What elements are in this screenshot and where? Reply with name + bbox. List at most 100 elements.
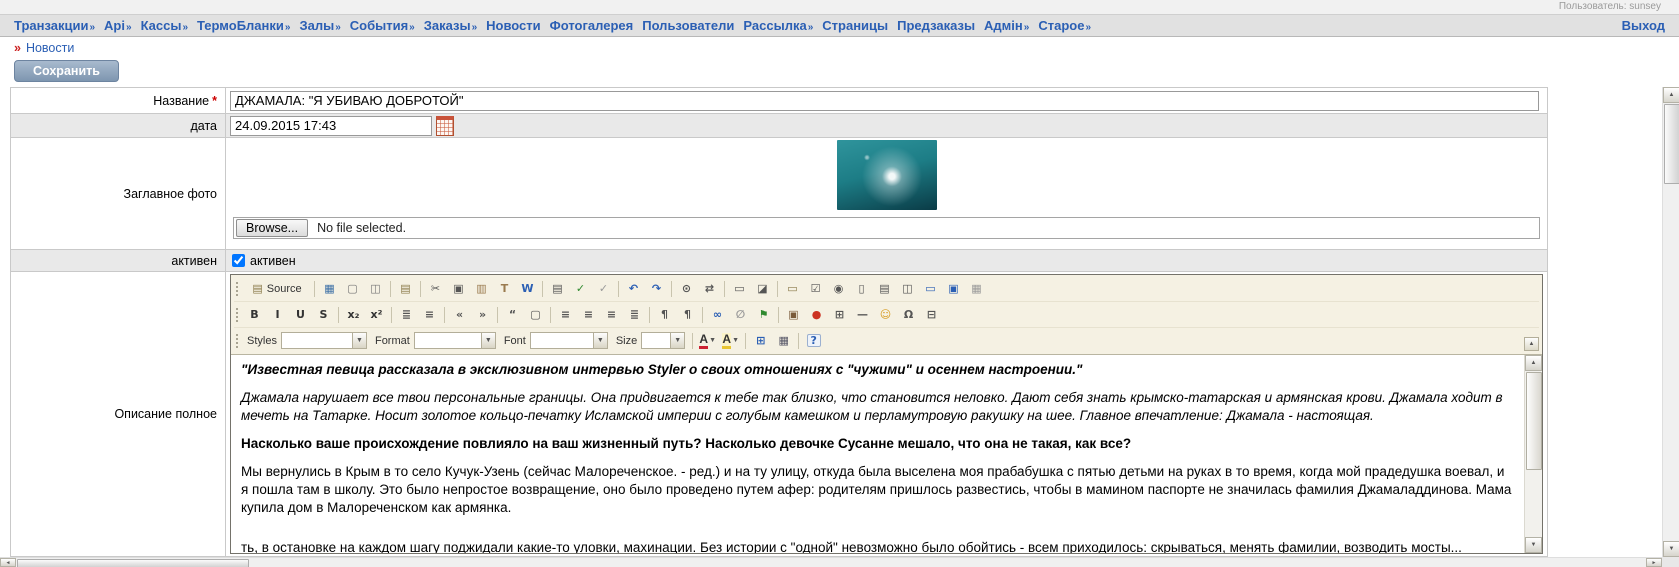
text-field-icon[interactable]: ▯ — [851, 278, 872, 299]
superscript-icon[interactable]: x² — [366, 304, 387, 325]
image-icon[interactable]: ▣ — [783, 304, 804, 325]
format-combo[interactable]: Format ▼ — [375, 332, 496, 349]
paste-text-icon[interactable]: T — [494, 278, 515, 299]
active-checkbox[interactable] — [232, 254, 245, 267]
editor-document[interactable]: "Известная певица рассказала в эксклюзив… — [231, 355, 1542, 553]
align-center-icon[interactable]: ≡ — [578, 304, 599, 325]
page-break-icon[interactable]: ⊟ — [921, 304, 942, 325]
select-field-icon[interactable]: ◫ — [897, 278, 918, 299]
nav-item-transactions[interactable]: Транзакции» — [14, 18, 95, 33]
nav-item-cashdesks[interactable]: Кассы» — [141, 18, 188, 33]
name-input[interactable] — [230, 90, 1539, 111]
maximize-button[interactable]: ⊞ — [750, 330, 771, 351]
nav-item-halls[interactable]: Залы» — [299, 18, 340, 33]
text-color-button[interactable]: A ▼ — [697, 330, 718, 351]
hidden-field-icon[interactable]: ▦ — [966, 278, 987, 299]
find-icon[interactable]: ⊙ — [676, 278, 697, 299]
blockquote-icon[interactable]: “ — [502, 304, 523, 325]
scayt-icon[interactable]: ✓ — [593, 278, 614, 299]
horizontal-scrollbar-thumb[interactable] — [17, 559, 249, 567]
checkbox-icon[interactable]: ☑ — [805, 278, 826, 299]
smiley-icon[interactable]: ☺ — [875, 304, 896, 325]
align-left-icon[interactable]: ≡ — [555, 304, 576, 325]
nav-item-orders[interactable]: Заказы» — [424, 18, 477, 33]
scroll-left-icon[interactable]: ◄ — [0, 558, 16, 567]
scroll-down-icon[interactable]: ▼ — [1525, 537, 1542, 553]
nav-item-api[interactable]: Api» — [104, 18, 132, 33]
nav-item-events[interactable]: События» — [350, 18, 415, 33]
editor-scrollbar[interactable]: ▲ ▼ — [1524, 355, 1542, 553]
special-char-icon[interactable]: Ω — [898, 304, 919, 325]
bold-icon[interactable]: B — [244, 304, 265, 325]
spellcheck-icon[interactable]: ✓ — [570, 278, 591, 299]
font-combo[interactable]: Font ▼ — [504, 332, 608, 349]
page-vertical-scrollbar[interactable]: ▲ ▼ — [1662, 87, 1679, 557]
nav-item-news[interactable]: Новости» — [486, 18, 541, 33]
breadcrumb-news-link[interactable]: Новости — [26, 41, 74, 55]
textarea-icon[interactable]: ▤ — [874, 278, 895, 299]
form-icon[interactable]: ▭ — [782, 278, 803, 299]
form-button-icon[interactable]: ▭ — [920, 278, 941, 299]
toolbar-drag-handle[interactable] — [236, 333, 238, 348]
nav-item-mailing[interactable]: Рассылка» — [743, 18, 813, 33]
toolbar-drag-handle[interactable] — [236, 307, 238, 322]
subscript-icon[interactable]: x₂ — [343, 304, 364, 325]
date-input[interactable] — [230, 115, 432, 136]
templates-icon[interactable]: ▤ — [395, 278, 416, 299]
about-button[interactable]: ? — [803, 330, 824, 351]
editor-scrollbar-thumb[interactable] — [1526, 372, 1542, 470]
underline-icon[interactable]: U — [290, 304, 311, 325]
bulleted-list-icon[interactable]: ≡ — [419, 304, 440, 325]
italic-icon[interactable]: I — [267, 304, 288, 325]
create-div-icon[interactable]: ▢ — [525, 304, 546, 325]
paste-icon[interactable]: ▥ — [471, 278, 492, 299]
scroll-right-icon[interactable]: ► — [1646, 558, 1662, 567]
link-icon[interactable]: ∞ — [707, 304, 728, 325]
preview-icon[interactable]: ◫ — [365, 278, 386, 299]
radio-icon[interactable]: ◉ — [828, 278, 849, 299]
vertical-scrollbar-thumb[interactable] — [1664, 104, 1679, 184]
copy-icon[interactable]: ▣ — [448, 278, 469, 299]
toolbar-collapse-button[interactable]: ▲ — [1524, 337, 1539, 351]
anchor-icon[interactable]: ⚑ — [753, 304, 774, 325]
logout-link[interactable]: Выход — [1622, 18, 1665, 33]
numbered-list-icon[interactable]: ≣ — [396, 304, 417, 325]
styles-combo[interactable]: Styles ▼ — [247, 332, 367, 349]
scroll-up-icon[interactable]: ▲ — [1663, 87, 1679, 103]
nav-item-users[interactable]: Пользователи» — [642, 18, 734, 33]
nav-item-preorders[interactable]: Предзаказы» — [897, 18, 975, 33]
bidi-rtl-icon[interactable]: ¶ — [677, 304, 698, 325]
toolbar-drag-handle[interactable] — [236, 281, 238, 296]
strikethrough-icon[interactable]: S — [313, 304, 334, 325]
bidi-ltr-icon[interactable]: ¶ — [654, 304, 675, 325]
nav-item-pages[interactable]: Страницы» — [822, 18, 888, 33]
select-all-icon[interactable]: ▭ — [729, 278, 750, 299]
redo-icon[interactable]: ↷ — [646, 278, 667, 299]
background-color-button[interactable]: A ▼ — [720, 330, 741, 351]
size-combo[interactable]: Size ▼ — [616, 332, 686, 349]
save-button[interactable]: Сохранить — [14, 60, 119, 82]
new-page-icon[interactable]: ▢ — [342, 278, 363, 299]
horizontal-rule-icon[interactable]: — — [852, 304, 873, 325]
nav-item-old[interactable]: Старое» — [1038, 18, 1091, 33]
nav-item-photogallery[interactable]: Фотогалерея» — [550, 18, 634, 33]
unlink-icon[interactable]: ∅ — [730, 304, 751, 325]
save-icon[interactable]: ▦ — [319, 278, 340, 299]
calendar-icon[interactable] — [436, 115, 454, 136]
scroll-down-icon[interactable]: ▼ — [1663, 541, 1679, 557]
indent-icon[interactable]: » — [472, 304, 493, 325]
flash-icon[interactable]: ● — [806, 304, 827, 325]
nav-item-admin[interactable]: Адмін» — [984, 18, 1029, 33]
image-button-icon[interactable]: ▣ — [943, 278, 964, 299]
remove-format-icon[interactable]: ◪ — [752, 278, 773, 299]
nav-item-thermoblanks[interactable]: ТермоБланки» — [197, 18, 290, 33]
paste-word-icon[interactable]: W — [517, 278, 538, 299]
replace-icon[interactable]: ⇄ — [699, 278, 720, 299]
show-blocks-button[interactable]: ▦ — [773, 330, 794, 351]
align-right-icon[interactable]: ≡ — [601, 304, 622, 325]
cut-icon[interactable]: ✂ — [425, 278, 446, 299]
justify-icon[interactable]: ≣ — [624, 304, 645, 325]
scroll-up-icon[interactable]: ▲ — [1525, 355, 1542, 371]
print-icon[interactable]: ▤ — [547, 278, 568, 299]
source-button[interactable]: ▤ Source — [244, 278, 310, 299]
